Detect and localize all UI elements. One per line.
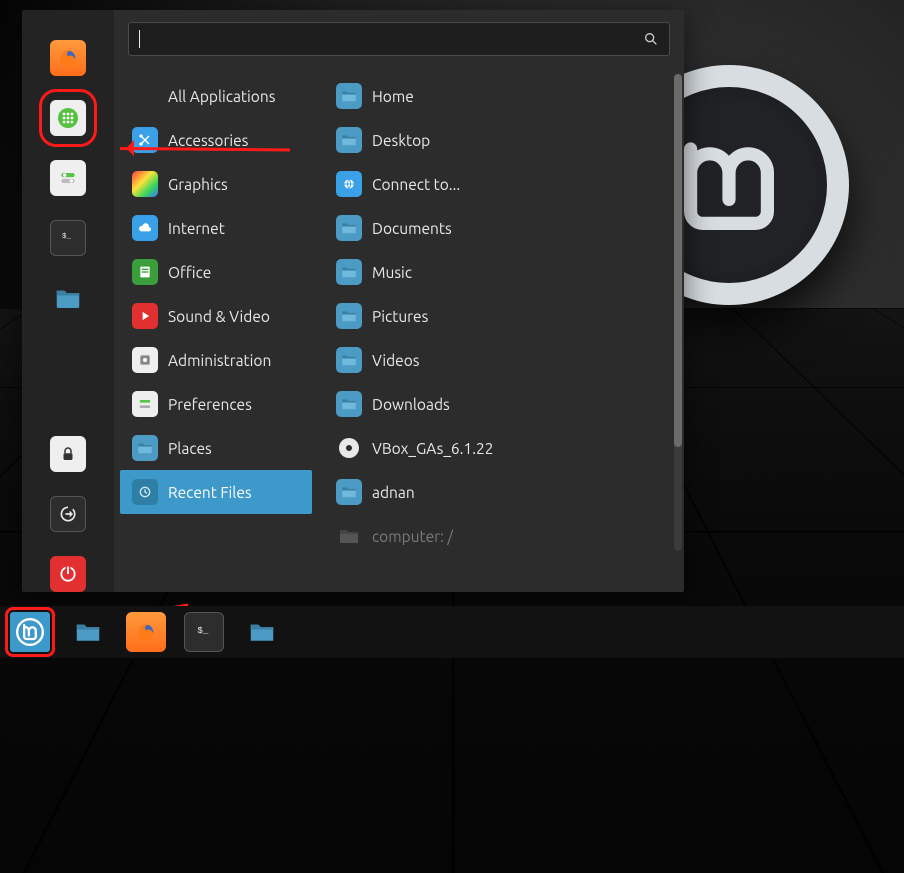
sidebar-app-grid-icon[interactable] — [50, 100, 86, 136]
search-input[interactable] — [140, 31, 643, 48]
place-label: Home — [372, 88, 414, 105]
place-label: Pictures — [372, 308, 428, 325]
place-pictures[interactable]: Pictures — [324, 294, 678, 338]
place-adnan[interactable]: adnan — [324, 470, 678, 514]
place-videos[interactable]: Videos — [324, 338, 678, 382]
folder-icon — [336, 259, 362, 285]
office-icon — [132, 259, 158, 285]
place-connect-to[interactable]: Connect to... — [324, 162, 678, 206]
category-label: Recent Files — [168, 484, 252, 501]
place-label: Connect to... — [372, 176, 460, 193]
taskbar-firefox-button[interactable] — [126, 612, 166, 652]
sidebar-settings-icon[interactable] — [50, 160, 86, 196]
place-music[interactable]: Music — [324, 250, 678, 294]
category-label: Sound & Video — [168, 308, 270, 325]
place-desktop[interactable]: Desktop — [324, 118, 678, 162]
folder-icon — [336, 523, 362, 549]
category-administration[interactable]: Administration — [120, 338, 312, 382]
sidebar-terminal-icon[interactable]: $_ — [50, 220, 86, 256]
place-label: adnan — [372, 484, 415, 501]
taskbar-terminal-button[interactable]: $_ — [184, 612, 224, 652]
connect-icon — [336, 171, 362, 197]
category-label: Graphics — [168, 176, 228, 193]
sidebar-lock-icon[interactable] — [50, 436, 86, 472]
folder-icon — [336, 215, 362, 241]
menu-search[interactable] — [128, 22, 670, 56]
menu-sidebar: $_ — [22, 10, 114, 592]
sidebar-firefox-icon[interactable] — [50, 40, 86, 76]
place-label: Documents — [372, 220, 452, 237]
place-vbox-gas[interactable]: VBox_GAs_6.1.22 — [324, 426, 678, 470]
taskbar-menu-button[interactable] — [10, 612, 50, 652]
place-label: Music — [372, 264, 412, 281]
application-menu: $_ All Applications Accessories Graph — [22, 10, 684, 592]
taskbar-files2-button[interactable] — [242, 612, 282, 652]
category-label: All Applications — [168, 88, 275, 105]
categories-column: All Applications Accessories Graphics In… — [114, 74, 318, 592]
places-column: Home Desktop Connect to... Documents Mus… — [318, 74, 684, 592]
place-label: Downloads — [372, 396, 450, 413]
folder-icon — [336, 127, 362, 153]
folder-icon — [336, 479, 362, 505]
category-internet[interactable]: Internet — [120, 206, 312, 250]
sidebar-power-icon[interactable] — [50, 556, 86, 592]
category-label: Internet — [168, 220, 225, 237]
folder-icon — [336, 391, 362, 417]
category-graphics[interactable]: Graphics — [120, 162, 312, 206]
disc-icon — [336, 435, 362, 461]
category-preferences[interactable]: Preferences — [120, 382, 312, 426]
menu-body: All Applications Accessories Graphics In… — [114, 10, 684, 592]
admin-icon — [132, 347, 158, 373]
category-office[interactable]: Office — [120, 250, 312, 294]
category-label: Accessories — [168, 132, 248, 149]
place-computer-root[interactable]: computer: / — [324, 514, 678, 558]
cloud-icon — [132, 215, 158, 241]
search-icon — [643, 31, 659, 47]
category-label: Office — [168, 264, 211, 281]
svg-text:$_: $_ — [197, 625, 208, 636]
place-label: VBox_GAs_6.1.22 — [372, 440, 494, 457]
prefs-icon — [132, 391, 158, 417]
category-accessories[interactable]: Accessories — [120, 118, 312, 162]
folder-icon — [336, 303, 362, 329]
place-label: computer: / — [372, 528, 453, 545]
category-label: Places — [168, 440, 212, 457]
category-all-applications[interactable]: All Applications — [120, 74, 312, 118]
graphics-icon — [132, 171, 158, 197]
play-icon — [132, 303, 158, 329]
category-places[interactable]: Places — [120, 426, 312, 470]
place-documents[interactable]: Documents — [324, 206, 678, 250]
sidebar-logout-icon[interactable] — [50, 496, 86, 532]
category-sound-video[interactable]: Sound & Video — [120, 294, 312, 338]
taskbar: $_ — [0, 606, 904, 658]
category-recent-files[interactable]: Recent Files — [120, 470, 312, 514]
place-downloads[interactable]: Downloads — [324, 382, 678, 426]
recent-icon — [132, 479, 158, 505]
place-label: Desktop — [372, 132, 430, 149]
sidebar-files-icon[interactable] — [50, 280, 86, 316]
folder-icon — [336, 347, 362, 373]
places-scrollbar-thumb[interactable] — [674, 74, 682, 447]
folder-icon — [132, 435, 158, 461]
place-home[interactable]: Home — [324, 74, 678, 118]
taskbar-files-button[interactable] — [68, 612, 108, 652]
category-label: Preferences — [168, 396, 252, 413]
place-label: Videos — [372, 352, 420, 369]
svg-text:$_: $_ — [62, 233, 72, 241]
folder-icon — [336, 83, 362, 109]
category-label: Administration — [168, 352, 271, 369]
